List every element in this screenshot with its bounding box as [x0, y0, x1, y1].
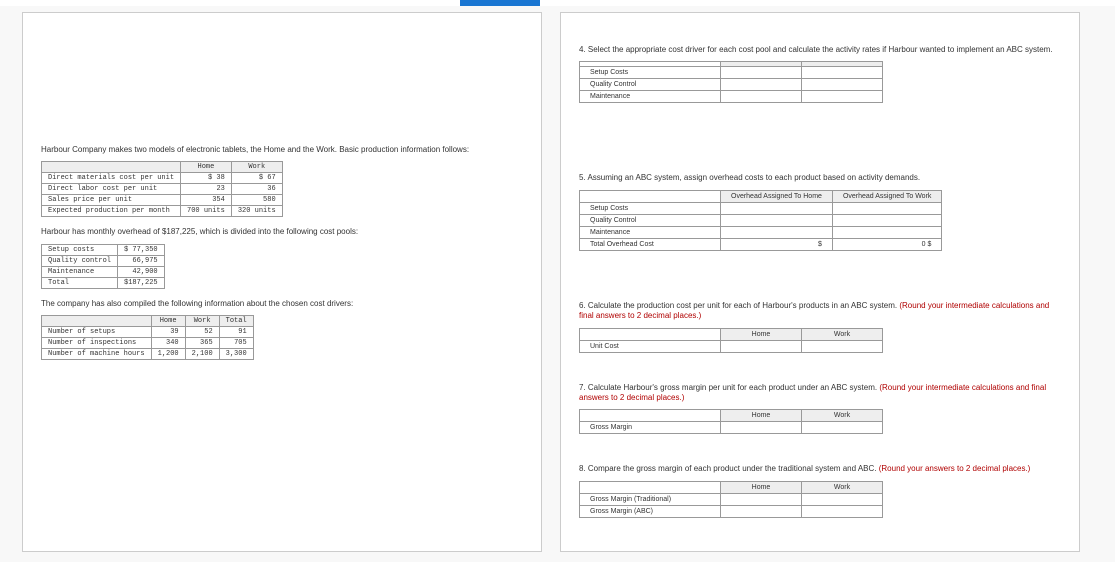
q7-table: Home Work Gross Margin: [579, 409, 883, 434]
table-row: Number of machine hours 1,200 2,100 3,30…: [42, 349, 254, 360]
table-row: Setup Costs: [580, 202, 942, 214]
table-row: Sales price per unit 354 580: [42, 195, 283, 206]
cost-drivers-table: Home Work Total Number of setups 39 52 9…: [41, 315, 254, 360]
q8-text: 8. Compare the gross margin of each prod…: [579, 464, 1061, 474]
table-row: Direct labor cost per unit 23 36: [42, 184, 283, 195]
drivers-text: The company has also compiled the follow…: [41, 299, 523, 309]
table-row: Maintenance: [580, 91, 883, 103]
page-right: 4. Select the appropriate cost driver fo…: [560, 12, 1080, 552]
top-bar: [0, 0, 1115, 6]
table-row: Gross Margin: [580, 422, 883, 434]
table-row: Total$187,225: [42, 277, 165, 288]
table-row: Setup costs$ 77,350: [42, 244, 165, 255]
q7-text: 7. Calculate Harbour's gross margin per …: [579, 383, 1061, 404]
q6-text: 6. Calculate the production cost per uni…: [579, 301, 1061, 322]
q6-table: Home Work Unit Cost: [579, 328, 883, 353]
q4-text: 4. Select the appropriate cost driver fo…: [579, 45, 1061, 55]
table-row: Quality Control: [580, 79, 883, 91]
table-row: Quality control66,975: [42, 255, 165, 266]
table-row: Maintenance: [580, 226, 942, 238]
table-row: Maintenance42,900: [42, 266, 165, 277]
table-row: Direct materials cost per unit $ 38 $ 67: [42, 173, 283, 184]
table-row: Gross Margin (Traditional): [580, 493, 883, 505]
cost-pools-table: Setup costs$ 77,350 Quality control66,97…: [41, 244, 165, 289]
intro-text: Harbour Company makes two models of elec…: [41, 145, 523, 155]
top-accent: [460, 0, 540, 6]
table-row: Quality Control: [580, 214, 942, 226]
table-row: Expected production per month 700 units …: [42, 206, 283, 217]
q4-table: Setup Costs Quality Control Maintenance: [579, 61, 883, 103]
q5-table: Overhead Assigned To Home Overhead Assig…: [579, 190, 942, 251]
page-left: Harbour Company makes two models of elec…: [22, 12, 542, 552]
table-row: Gross Margin (ABC): [580, 505, 883, 517]
table-row: Total Overhead Cost$0 $: [580, 238, 942, 250]
q8-table: Home Work Gross Margin (Traditional) Gro…: [579, 481, 883, 518]
table-row: Number of setups 39 52 91: [42, 327, 254, 338]
table-row: Unit Cost: [580, 340, 883, 352]
table-row: Setup Costs: [580, 67, 883, 79]
q5-text: 5. Assuming an ABC system, assign overhe…: [579, 173, 1061, 183]
table-row: Number of inspections 340 365 705: [42, 338, 254, 349]
overhead-text: Harbour has monthly overhead of $187,225…: [41, 227, 523, 237]
production-info-table: Home Work Direct materials cost per unit…: [41, 161, 283, 217]
